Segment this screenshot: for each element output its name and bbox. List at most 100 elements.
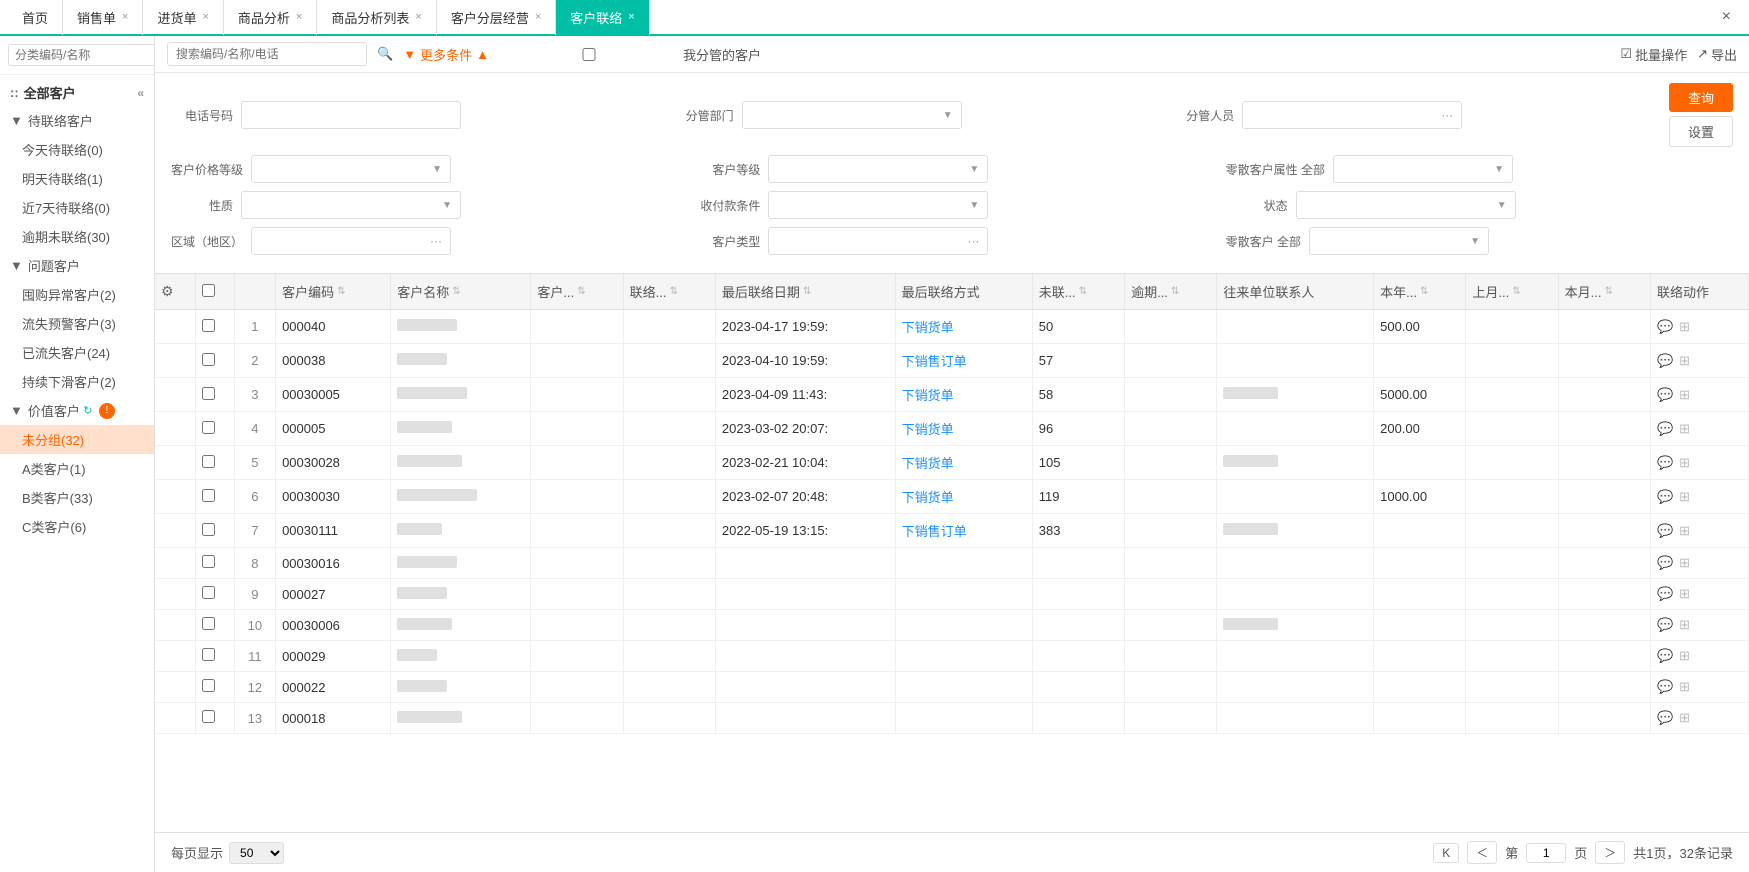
sidebar-item-declining[interactable]: 持续下滑客户(2) [0, 367, 154, 396]
dept-select[interactable]: ▼ [742, 101, 962, 129]
tab-customer-contact[interactable]: 客户联络 × [556, 0, 649, 35]
sidebar-item-class-c[interactable]: C类客户(6) [0, 512, 154, 541]
tab-product-analysis-list[interactable]: 商品分析列表 × [317, 0, 436, 35]
col-overdue[interactable]: 逾期...⇅ [1125, 274, 1217, 310]
sidebar-item-today[interactable]: 今天待联络(0) [0, 135, 154, 164]
page-input[interactable] [1526, 843, 1566, 863]
row-checkbox[interactable] [202, 319, 215, 332]
tab-home[interactable]: 首页 [8, 0, 63, 35]
chat-icon[interactable]: 💬 [1657, 387, 1673, 403]
row-checkbox[interactable] [202, 555, 215, 568]
prev-page-btn[interactable]: ＜ [1467, 841, 1497, 864]
chat-icon[interactable]: 💬 [1657, 710, 1673, 726]
search-input[interactable] [167, 42, 367, 66]
region-input[interactable]: ··· [251, 227, 451, 255]
sidebar-item-tomorrow[interactable]: 明天待联络(1) [0, 164, 154, 193]
status-select[interactable]: ▼ [1296, 191, 1516, 219]
chat-icon[interactable]: 💬 [1657, 489, 1673, 505]
row-checkbox[interactable] [202, 617, 215, 630]
close-product-analysis[interactable]: × [296, 11, 302, 23]
col-this-year[interactable]: 本年...⇅ [1374, 274, 1466, 310]
search-button[interactable]: 查询 [1669, 83, 1733, 112]
my-customers-check[interactable] [499, 48, 679, 61]
phone-input[interactable] [241, 101, 461, 129]
contact-way-link[interactable]: 下销货单 [902, 422, 954, 437]
manager-input[interactable]: ··· [1242, 101, 1462, 129]
group-value-customers[interactable]: ▼ 价值客户 ↻ ! [0, 396, 154, 425]
col-no-contact[interactable]: 未联...⇅ [1032, 274, 1124, 310]
grid-icon[interactable]: ⊞ [1679, 648, 1690, 664]
sidebar-collapse-btn[interactable]: « [137, 86, 144, 100]
col-contact[interactable]: 联络...⇅ [623, 274, 715, 310]
sidebar-search-input[interactable] [8, 44, 155, 66]
row-checkbox[interactable] [202, 353, 215, 366]
grid-icon[interactable]: ⊞ [1679, 319, 1690, 335]
retail-attr-select[interactable]: ▼ [1333, 155, 1513, 183]
col-name[interactable]: 客户名称⇅ [391, 274, 531, 310]
contact-way-link[interactable]: 下销售订单 [902, 354, 967, 369]
group-problem-customers[interactable]: ▼ 问题客户 [0, 251, 154, 280]
tab-product-analysis[interactable]: 商品分析 × [224, 0, 317, 35]
col-settings[interactable]: ⚙ [155, 274, 195, 310]
more-conditions-btn[interactable]: ▼ 更多条件 ▲ [403, 45, 489, 64]
window-close-button[interactable]: × [1712, 8, 1741, 26]
contact-way-link[interactable]: 下销货单 [902, 388, 954, 403]
tab-customer-segmentation[interactable]: 客户分层经营 × [437, 0, 556, 35]
col-this-month[interactable]: 本月...⇅ [1558, 274, 1650, 310]
chat-icon[interactable]: 💬 [1657, 586, 1673, 602]
tab-purchase-order[interactable]: 进货单 × [143, 0, 223, 35]
row-checkbox[interactable] [202, 523, 215, 536]
close-sales-order[interactable]: × [122, 11, 128, 23]
grid-icon[interactable]: ⊞ [1679, 555, 1690, 571]
reset-button[interactable]: 设置 [1669, 116, 1733, 147]
grid-icon[interactable]: ⊞ [1679, 617, 1690, 633]
grid-icon[interactable]: ⊞ [1679, 387, 1690, 403]
row-checkbox[interactable] [202, 710, 215, 723]
contact-way-link[interactable]: 下销货单 [902, 456, 954, 471]
sidebar-item-abnormal[interactable]: 囤购异常客户(2) [0, 280, 154, 309]
contact-way-link[interactable]: 下销售订单 [902, 524, 967, 539]
close-customer-contact[interactable]: × [628, 11, 634, 23]
chat-icon[interactable]: 💬 [1657, 617, 1673, 633]
customer-type-input[interactable]: ··· [768, 227, 988, 255]
col-last-month[interactable]: 上月...⇅ [1466, 274, 1558, 310]
grid-icon[interactable]: ⊞ [1679, 455, 1690, 471]
row-checkbox[interactable] [202, 586, 215, 599]
value-customers-refresh-icon[interactable]: ↻ [80, 403, 96, 419]
group-pending-contact[interactable]: ▼ 待联络客户 [0, 106, 154, 135]
grid-icon[interactable]: ⊞ [1679, 679, 1690, 695]
filter-search-icon[interactable]: 🔍 [377, 46, 393, 62]
row-checkbox[interactable] [202, 489, 215, 502]
grid-icon[interactable]: ⊞ [1679, 710, 1690, 726]
page-size-select[interactable]: 50 100 200 [229, 842, 284, 864]
sidebar-item-overdue[interactable]: 逾期未联络(30) [0, 222, 154, 251]
grid-icon[interactable]: ⊞ [1679, 353, 1690, 369]
grid-icon[interactable]: ⊞ [1679, 523, 1690, 539]
chat-icon[interactable]: 💬 [1657, 555, 1673, 571]
close-product-analysis-list[interactable]: × [415, 11, 421, 23]
chat-icon[interactable]: 💬 [1657, 648, 1673, 664]
my-customers-checkbox[interactable]: 我分管的客户 [499, 45, 761, 64]
row-checkbox[interactable] [202, 455, 215, 468]
customer-level-select[interactable]: ▼ [768, 155, 988, 183]
grid-icon[interactable]: ⊞ [1679, 421, 1690, 437]
col-type[interactable]: 客户...⇅ [531, 274, 623, 310]
sidebar-item-class-b[interactable]: B类客户(33) [0, 483, 154, 512]
chat-icon[interactable]: 💬 [1657, 523, 1673, 539]
row-checkbox[interactable] [202, 421, 215, 434]
sidebar-item-class-a[interactable]: A类客户(1) [0, 454, 154, 483]
sidebar-item-churn-warning[interactable]: 流失预警客户(3) [0, 309, 154, 338]
next-page-btn[interactable]: ＞ [1595, 841, 1625, 864]
all-customers-title[interactable]: :: 全部客户 « [0, 75, 154, 106]
contact-way-link[interactable]: 下销货单 [902, 320, 954, 335]
settings-icon[interactable]: ⚙ [161, 283, 174, 299]
select-all-checkbox[interactable] [202, 284, 215, 297]
batch-op-btn[interactable]: ☑ 批量操作 [1620, 45, 1687, 64]
sidebar-item-churned[interactable]: 已流失客户(24) [0, 338, 154, 367]
col-code[interactable]: 客户编码⇅ [276, 274, 391, 310]
row-checkbox[interactable] [202, 387, 215, 400]
chat-icon[interactable]: 💬 [1657, 679, 1673, 695]
chat-icon[interactable]: 💬 [1657, 319, 1673, 335]
col-last-date[interactable]: 最后联络日期⇅ [715, 274, 895, 310]
col-unit-contact[interactable]: 往来单位联系人 [1217, 274, 1374, 310]
